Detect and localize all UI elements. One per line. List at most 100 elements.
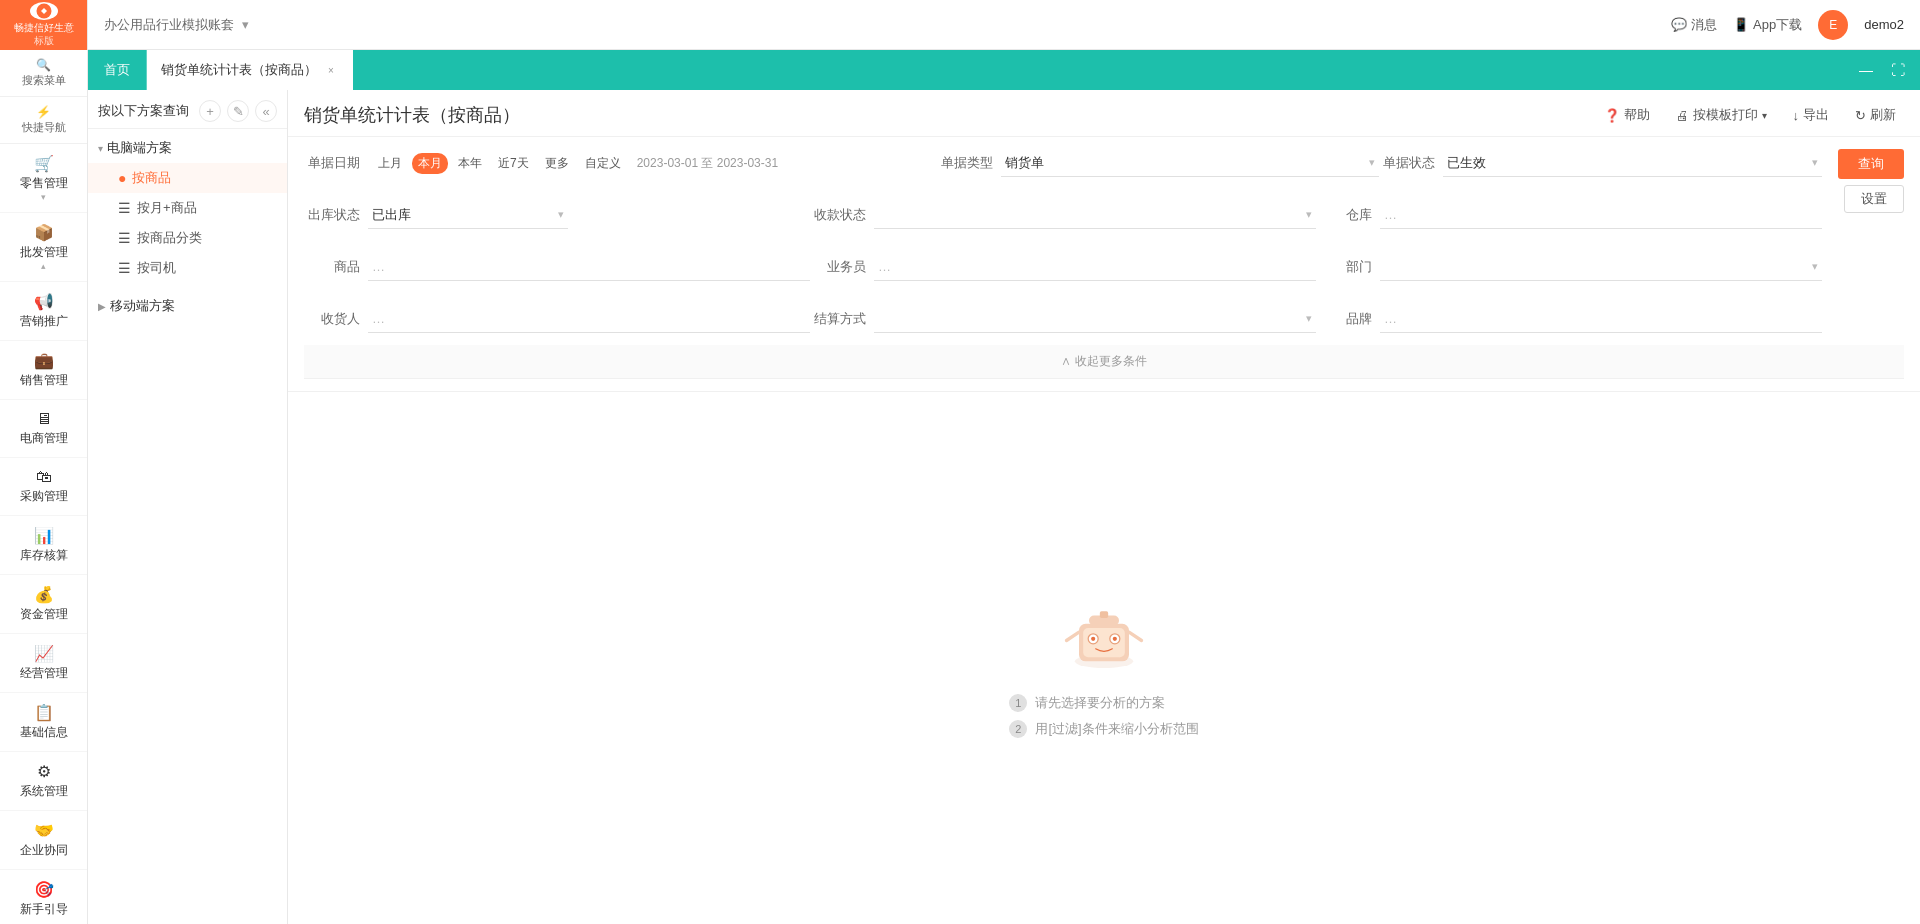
desktop-group-title[interactable]: ▾ 电脑端方案 — [88, 133, 287, 163]
export-button[interactable]: ↓ 导出 — [1785, 102, 1838, 128]
window-minimize-button[interactable]: — — [1852, 56, 1880, 84]
help-button[interactable]: ❓ 帮助 — [1596, 102, 1658, 128]
data-area: 1 请先选择要分析的方案 2 用[过滤]条件来缩小分析范围 — [288, 392, 1920, 924]
dept-label: 部门 — [1316, 258, 1372, 276]
settings-button[interactable]: 设置 — [1844, 185, 1904, 213]
user-avatar[interactable]: E — [1818, 10, 1848, 40]
product-control[interactable]: … — [368, 253, 810, 281]
tab-active[interactable]: 销货单统计计表（按商品） × — [147, 50, 353, 90]
system-icon: ⚙ — [37, 762, 51, 781]
date-this-month[interactable]: 本月 — [412, 153, 448, 174]
docstatus-control[interactable]: 已生效 ▾ — [1443, 149, 1822, 177]
maximize-icon: ⛶ — [1891, 62, 1905, 78]
sidebar-item-marketing[interactable]: 📢 营销推广 — [0, 282, 87, 341]
warehouse-dots: … — [1384, 207, 1818, 222]
filter-outstatus-row: 出库状态 已出库 ▾ 收款状态 ▾ — [304, 201, 1822, 229]
app-name: 畅捷信好生意 — [14, 22, 74, 34]
sidebar-item-basic[interactable]: 📋 基础信息 — [0, 693, 87, 752]
dept-control[interactable]: ▾ — [1380, 253, 1822, 281]
refresh-button[interactable]: ↻ 刷新 — [1847, 102, 1904, 128]
collapse-panel-button[interactable]: « — [255, 100, 277, 122]
sidebar-item-operations[interactable]: 📈 经营管理 — [0, 634, 87, 693]
filter-payment-field: 结算方式 ▾ — [810, 305, 1316, 333]
basic-icon: 📋 — [34, 703, 54, 722]
mobile-arrow-icon: ▶ — [98, 301, 106, 312]
mobile-group: ▶ 移动端方案 — [88, 287, 287, 325]
consignee-control[interactable]: … — [368, 305, 810, 333]
quick-nav[interactable]: ⚡ 快捷导航 — [0, 97, 87, 144]
dept-dropdown-icon[interactable]: ▾ — [1812, 260, 1818, 273]
date-last-month[interactable]: 上月 — [372, 153, 408, 174]
mobile-group-title[interactable]: ▶ 移动端方案 — [88, 291, 287, 321]
query-button[interactable]: 查询 — [1838, 149, 1904, 179]
topbar-left: 办公用品行业模拟账套 ▾ — [104, 16, 249, 34]
tree-item-by-cashier[interactable]: ☰ 按司机 — [88, 253, 287, 283]
sidebar-item-retail[interactable]: 🛒 零售管理 ▾ — [0, 144, 87, 213]
left-panel: 按以下方案查询 + ✎ « ▾ 电脑端方案 — [88, 90, 288, 924]
doctype-dropdown-icon[interactable]: ▾ — [1369, 156, 1375, 169]
topbar-right: 💬 消息 📱 App下载 E demo2 — [1671, 10, 1904, 40]
sidebar-item-system[interactable]: ⚙ 系统管理 — [0, 752, 87, 811]
industry-dropdown-icon[interactable]: ▾ — [242, 17, 249, 32]
filter-receiptstatus-field: 收款状态 ▾ — [810, 201, 1316, 229]
outstatus-control[interactable]: 已出库 ▾ — [368, 201, 568, 229]
filter-product-field: 商品 … — [304, 253, 810, 281]
add-scheme-button[interactable]: + — [199, 100, 221, 122]
tip-text-2: 用[过滤]条件来缩小分析范围 — [1035, 720, 1198, 738]
by-category-label: 按商品分类 — [137, 229, 202, 247]
docstatus-dropdown-icon[interactable]: ▾ — [1812, 156, 1818, 169]
sidebar-item-finance[interactable]: 💰 资金管理 — [0, 575, 87, 634]
sidebar-item-guide[interactable]: 🎯 新手引导 — [0, 870, 87, 924]
product-dots: … — [372, 259, 806, 274]
page-actions: ❓ 帮助 🖨 按模板打印 ▾ ↓ 导出 ↻ 刷新 — [1596, 102, 1905, 128]
quick-nav-icon: ⚡ — [36, 105, 51, 119]
sidebar-item-sales[interactable]: 💼 销售管理 — [0, 341, 87, 400]
app-download-button[interactable]: 📱 App下载 — [1733, 16, 1802, 34]
date-7days[interactable]: 近7天 — [492, 153, 535, 174]
receiptstatus-control[interactable]: ▾ — [874, 201, 1316, 229]
date-custom[interactable]: 自定义 — [579, 153, 627, 174]
sidebar-item-enterprise[interactable]: 🤝 企业协同 — [0, 811, 87, 870]
warehouse-control[interactable]: … — [1380, 201, 1822, 229]
sidebar-item-inventory[interactable]: 📊 库存核算 — [0, 516, 87, 575]
doctype-control[interactable]: 销货单 ▾ — [1001, 149, 1380, 177]
outstatus-dropdown-icon[interactable]: ▾ — [558, 208, 564, 221]
brand-control[interactable]: … — [1380, 305, 1822, 333]
date-more[interactable]: 更多 — [539, 153, 575, 174]
tab-home[interactable]: 首页 — [88, 50, 147, 90]
minimize-icon: — — [1859, 62, 1873, 78]
edit-scheme-button[interactable]: ✎ — [227, 100, 249, 122]
print-button[interactable]: 🖨 按模板打印 ▾ — [1668, 102, 1775, 128]
filter-consignee-row: 收货人 … 结算方式 ▾ — [304, 305, 1822, 333]
salesperson-control[interactable]: … — [874, 253, 1316, 281]
export-icon: ↓ — [1793, 108, 1800, 123]
tabbar: 首页 销货单统计计表（按商品） × — ⛶ — [88, 50, 1920, 90]
receiptstatus-dropdown-icon[interactable]: ▾ — [1306, 208, 1312, 221]
tab-close-icon: × — [328, 65, 334, 76]
search-menu[interactable]: 🔍 搜索菜单 — [0, 50, 87, 97]
tree-item-by-month-product[interactable]: ☰ 按月+商品 — [88, 193, 287, 223]
sidebar-item-purchase[interactable]: 🛍 采购管理 — [0, 458, 87, 516]
salesperson-dots: … — [878, 259, 1312, 274]
collapse-bar[interactable]: ∧ 收起更多条件 — [304, 345, 1904, 379]
sidebar-item-wholesale[interactable]: 📦 批发管理 ▴ — [0, 213, 87, 282]
sidebar-item-ecommerce[interactable]: 🖥 电商管理 — [0, 400, 87, 458]
app-label: App下载 — [1753, 16, 1802, 34]
message-button[interactable]: 💬 消息 — [1671, 16, 1717, 34]
tab-close-button[interactable]: × — [323, 62, 339, 78]
docstatus-label: 单据状态 — [1379, 154, 1435, 172]
svg-point-6 — [1091, 637, 1095, 641]
operations-icon: 📈 — [34, 644, 54, 663]
date-this-year[interactable]: 本年 — [452, 153, 488, 174]
empty-tip-1: 1 请先选择要分析的方案 — [1009, 694, 1198, 712]
by-month-product-label: 按月+商品 — [137, 199, 197, 217]
payment-dropdown-icon[interactable]: ▾ — [1306, 312, 1312, 325]
window-maximize-button[interactable]: ⛶ — [1884, 56, 1912, 84]
app-logo: 畅捷信好生意 标版 — [0, 0, 87, 50]
tree-item-by-category[interactable]: ☰ 按商品分类 — [88, 223, 287, 253]
add-icon: + — [206, 104, 214, 119]
tabbar-actions: — ⛶ — [1852, 56, 1920, 84]
tree-item-by-product[interactable]: ● 按商品 — [88, 163, 287, 193]
finance-icon: 💰 — [34, 585, 54, 604]
payment-control[interactable]: ▾ — [874, 305, 1316, 333]
